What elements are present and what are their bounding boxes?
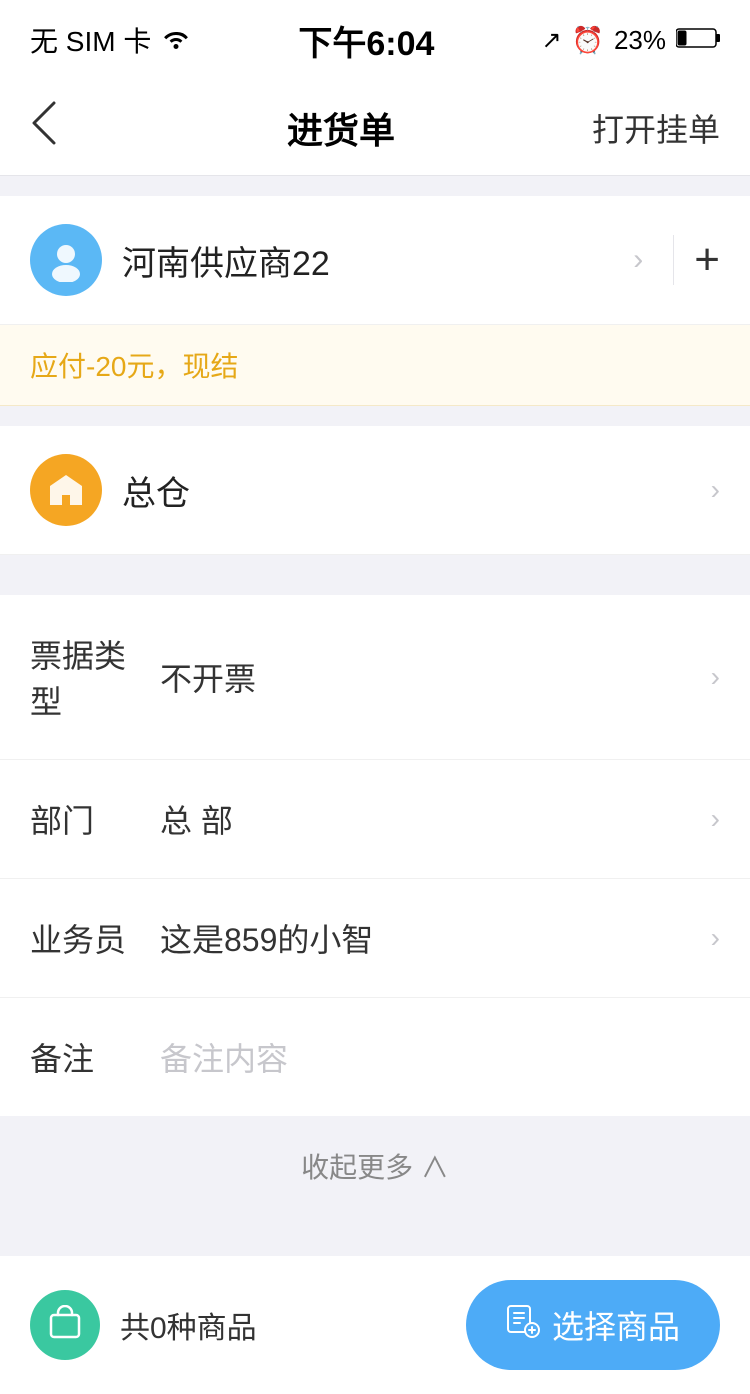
department-chevron-icon: › (711, 803, 720, 835)
nav-bar: 进货单 打开挂单 (0, 80, 750, 176)
add-supplier-button[interactable]: + (694, 238, 720, 282)
back-button[interactable] (30, 99, 90, 157)
battery-icon (676, 25, 720, 56)
battery-text: 23% (614, 25, 666, 56)
status-carrier: 无 SIM 卡 (30, 20, 191, 60)
supplier-section: 河南供应商22 › + 应付-20元，现结 (0, 196, 750, 406)
status-right: ↗ ⏰ 23% (541, 25, 720, 56)
page-title: 进货单 (287, 102, 395, 154)
select-product-icon (506, 1304, 540, 1346)
warehouse-icon (30, 454, 102, 526)
warehouse-name: 总仓 (122, 466, 711, 515)
wifi-icon (161, 24, 191, 56)
cart-icon-circle (30, 1290, 100, 1360)
department-value: 总 部 (160, 796, 711, 842)
department-row[interactable]: 部门 总 部 › (0, 760, 750, 879)
open-pending-button[interactable]: 打开挂单 (592, 105, 720, 151)
warehouse-section: 总仓 › (0, 426, 750, 555)
status-bar: 无 SIM 卡 下午6:04 ↗ ⏰ 23% (0, 0, 750, 80)
supplier-row[interactable]: 河南供应商22 › + (0, 196, 750, 325)
invoice-value: 不开票 (160, 654, 711, 700)
section-gap-1 (0, 176, 750, 196)
collapse-row[interactable]: 收起更多 ∧ (0, 1116, 750, 1216)
select-product-label: 选择商品 (552, 1302, 680, 1348)
notice-text: 应付-20元，现结 (30, 351, 238, 382)
salesperson-label: 业务员 (30, 915, 150, 961)
remark-label: 备注 (30, 1034, 150, 1080)
section-gap-2 (0, 406, 750, 426)
product-count: 共0种商品 (120, 1303, 446, 1347)
invoice-label: 票据类型 (30, 631, 150, 723)
select-product-button[interactable]: 选择商品 (466, 1280, 720, 1370)
supplier-chevron-icon: › (633, 243, 643, 277)
remark-row[interactable]: 备注 备注内容 (0, 998, 750, 1116)
remark-input[interactable]: 备注内容 (160, 1034, 720, 1080)
status-time: 下午6:04 (298, 16, 434, 65)
supplier-avatar (30, 224, 102, 296)
salesperson-row[interactable]: 业务员 这是859的小智 › (0, 879, 750, 998)
section-gap-3 (0, 555, 750, 575)
supplier-name: 河南供应商22 (122, 236, 633, 285)
salesperson-chevron-icon: › (711, 922, 720, 954)
department-label: 部门 (30, 796, 150, 842)
notice-bar: 应付-20元，现结 (0, 325, 750, 406)
warehouse-row[interactable]: 总仓 › (0, 426, 750, 555)
section-gap-4 (0, 1216, 750, 1236)
salesperson-value: 这是859的小智 (160, 915, 711, 961)
collapse-label: 收起更多 ∧ (301, 1146, 449, 1186)
bottom-bar: 共0种商品 选择商品 (0, 1256, 750, 1394)
warehouse-chevron-icon: › (711, 474, 720, 506)
invoice-row[interactable]: 票据类型 不开票 › (0, 595, 750, 760)
alarm-icon: ⏰ (572, 25, 604, 56)
vertical-divider (673, 235, 674, 285)
form-section: 票据类型 不开票 › 部门 总 部 › 业务员 这是859的小智 › 备注 备注… (0, 595, 750, 1116)
gps-icon: ↗ (541, 26, 561, 55)
invoice-chevron-icon: › (711, 661, 720, 693)
